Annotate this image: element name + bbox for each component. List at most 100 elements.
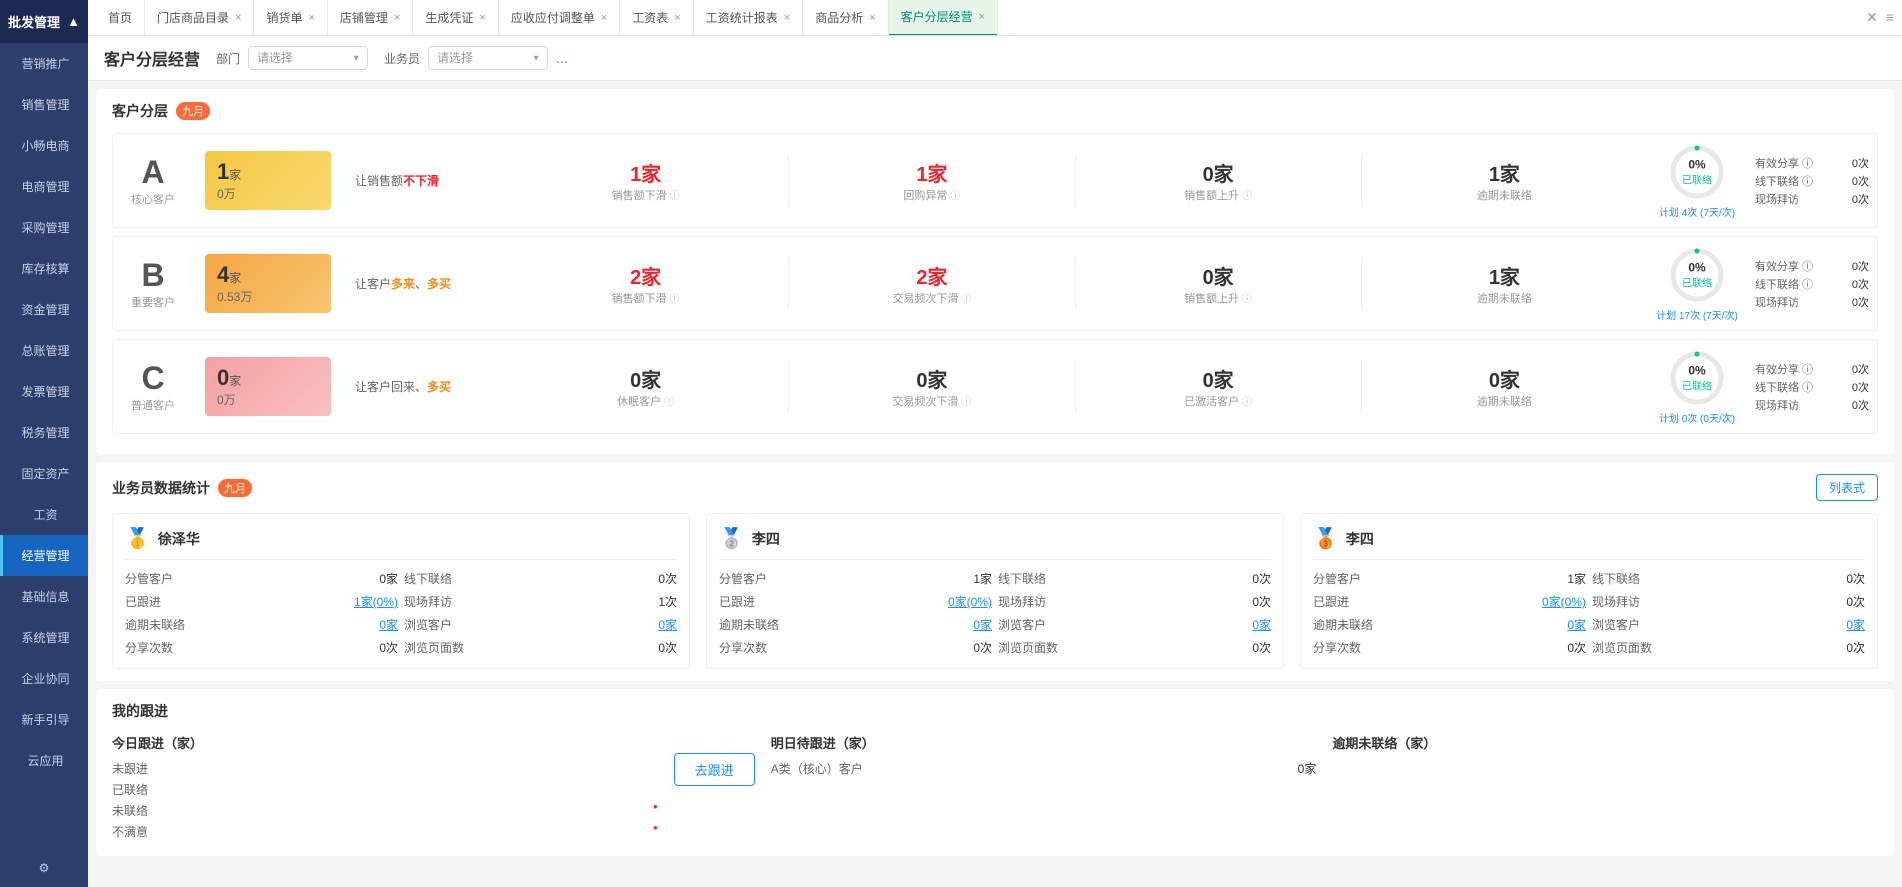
- biz-stat-row-1-2: 已跟进 0家(0%): [719, 593, 992, 610]
- tab-store[interactable]: 店铺管理×: [328, 0, 413, 36]
- dept-select[interactable]: 请选择: [248, 46, 368, 70]
- go-followup-btn[interactable]: 去跟进: [674, 753, 755, 786]
- right-stat-row: 有效分享 ⓘ0次: [1755, 155, 1869, 171]
- biz-stat-val[interactable]: 0家: [379, 616, 398, 633]
- biz-stat-row-1-7: 浏览页面数 0次: [998, 639, 1271, 656]
- today-row-1: 已联络: [112, 781, 658, 798]
- right-stat-row: 现场拜访 0次: [1755, 397, 1869, 413]
- stat-box-B-1[interactable]: 2家 交易频次下滑 ⓘ: [789, 257, 1075, 310]
- tab-close-goods[interactable]: ×: [869, 12, 875, 24]
- biz-stat-key: 现场拜访: [404, 593, 452, 610]
- tab-close-receivable[interactable]: ×: [601, 12, 607, 24]
- stat-box-C-1[interactable]: 0家 交易频次下滑 ⓘ: [789, 360, 1075, 413]
- tab-salary[interactable]: 工资表×: [620, 0, 693, 36]
- biz-stat-row-0-1: 线下联络 0次: [404, 570, 677, 587]
- tab-customer[interactable]: 客户分层经营×: [889, 0, 998, 36]
- overdue-followup-title: 逾期未联络（家）: [1332, 733, 1878, 752]
- tab-close-voucher[interactable]: ×: [479, 12, 485, 24]
- sidebar-item-qiye[interactable]: 企业协同: [0, 658, 88, 699]
- biz-stat-val[interactable]: 0家: [658, 616, 677, 633]
- biz-stat-val: 0次: [1252, 593, 1271, 610]
- biz-stat-val: 0次: [1846, 570, 1865, 587]
- sidebar-item-zhangmu[interactable]: 总账管理: [0, 330, 88, 371]
- more-filters-btn[interactable]: ...: [556, 50, 568, 66]
- stat-box-A-1[interactable]: 1家 回购异常 ⓘ: [789, 154, 1075, 207]
- sidebar-top-label: 批发管理: [8, 12, 60, 31]
- close-all-icon[interactable]: ✕: [1866, 9, 1878, 26]
- biz-stat-val[interactable]: 1家(0%): [354, 593, 398, 610]
- biz-card-header-0: 🥇 徐泽华: [125, 526, 677, 560]
- right-stat-row: 线下联络 ⓘ0次: [1755, 276, 1869, 292]
- sidebar-item-shuiwu[interactable]: 税务管理: [0, 412, 88, 453]
- biz-stat-row-0-4: 逾期未联络 0家: [125, 616, 398, 633]
- sidebar-item-yingxiao[interactable]: 营销推广: [0, 43, 88, 84]
- sidebar-item-yun[interactable]: 云应用: [0, 740, 88, 781]
- stat-box-C-3[interactable]: 0家 逾期未联络: [1362, 360, 1647, 413]
- biz-stat-val[interactable]: 0家: [1567, 616, 1586, 633]
- sidebar-top[interactable]: 批发管理 ▲: [0, 0, 88, 43]
- biz-stat-key: 分享次数: [125, 639, 173, 656]
- settings-button[interactable]: ⚙: [0, 849, 88, 887]
- biz-stat-row-1-1: 线下联络 0次: [998, 570, 1271, 587]
- sidebar-item-jichu[interactable]: 基础信息: [0, 576, 88, 617]
- staff-select-wrapper: 请选择: [428, 46, 548, 70]
- right-stat-row: 有效分享 ⓘ0次: [1755, 258, 1869, 274]
- sidebar-item-fapiao[interactable]: 发票管理: [0, 371, 88, 412]
- sidebar-item-xitong[interactable]: 系统管理: [0, 617, 88, 658]
- sidebar-item-xiaoshou[interactable]: 销售管理: [0, 84, 88, 125]
- stat-box-C-0[interactable]: 0家 休眠客户 ⓘ: [503, 360, 789, 413]
- tab-voucher[interactable]: 生成凭证×: [413, 0, 498, 36]
- biz-stat-val: 0次: [973, 639, 992, 656]
- sidebar-item-caigou[interactable]: 采购管理: [0, 207, 88, 248]
- tab-close-salaryreport[interactable]: ×: [784, 12, 790, 24]
- biz-stat-val[interactable]: 0家: [1252, 616, 1271, 633]
- sidebar-item-kucun[interactable]: 库存核算: [0, 248, 88, 289]
- stat-box-A-3[interactable]: 1家 逾期未联络: [1362, 154, 1647, 207]
- stat-box-B-0[interactable]: 2家 销售额下滑 ⓘ: [503, 257, 789, 310]
- stat-box-B-3[interactable]: 1家 逾期未联络: [1362, 257, 1647, 310]
- tab-bar: 首页门店商品目录×销货单×店铺管理×生成凭证×应收应付调整单×工资表×工资统计报…: [88, 0, 1902, 36]
- tab-sales[interactable]: 销货单×: [254, 0, 327, 36]
- biz-card-0: 🥇 徐泽华分管客户 0家线下联络 0次已跟进 1家(0%)现场拜访 1次逾期未联…: [112, 513, 690, 669]
- sidebar-item-zijin[interactable]: 资金管理: [0, 289, 88, 330]
- biz-stat-val[interactable]: 0家(0%): [948, 593, 992, 610]
- tab-receivable[interactable]: 应收应付调整单×: [499, 0, 620, 36]
- tab-close-sales[interactable]: ×: [308, 12, 314, 24]
- tier-right-stats-C: 有效分享 ⓘ0次线下联络 ⓘ0次现场拜访 0次: [1747, 361, 1877, 413]
- stat-box-B-2[interactable]: 0家 销售额上升 ⓘ: [1076, 257, 1362, 310]
- sidebar-item-gongzi[interactable]: 工资: [0, 494, 88, 535]
- tab-close-salary[interactable]: ×: [674, 12, 680, 24]
- biz-stat-row-2-4: 逾期未联络 0家: [1313, 616, 1586, 633]
- biz-stat-key: 浏览客户: [404, 616, 452, 633]
- tab-close-products[interactable]: ×: [235, 12, 241, 24]
- sidebar-item-gudingzichan[interactable]: 固定资产: [0, 453, 88, 494]
- biz-stat-val[interactable]: 0家: [973, 616, 992, 633]
- tab-home[interactable]: 首页: [96, 0, 145, 36]
- sidebar-item-jingying[interactable]: 经营管理: [0, 535, 88, 576]
- biz-stat-val: 0次: [658, 570, 677, 587]
- today-row-0: 未跟进: [112, 760, 658, 777]
- staff-select[interactable]: 请选择: [428, 46, 548, 70]
- biz-stat-key: 线下联络: [1592, 570, 1640, 587]
- stat-box-A-0[interactable]: 1家 销售额下滑 ⓘ: [503, 154, 789, 207]
- sidebar-item-xiaodian[interactable]: 小畅电商: [0, 125, 88, 166]
- stat-box-A-2[interactable]: 0家 销售额上升 ⓘ: [1076, 154, 1362, 207]
- biz-cards-grid: 🥇 徐泽华分管客户 0家线下联络 0次已跟进 1家(0%)现场拜访 1次逾期未联…: [112, 513, 1878, 669]
- sidebar-item-dianshang[interactable]: 电商管理: [0, 166, 88, 207]
- sidebar-items: 营销推广销售管理小畅电商电商管理采购管理库存核算资金管理总账管理发票管理税务管理…: [0, 43, 88, 781]
- biz-stat-row-0-7: 浏览页面数 0次: [404, 639, 677, 656]
- biz-stat-val: 0次: [1252, 570, 1271, 587]
- sidebar-item-xinshou[interactable]: 新手引导: [0, 699, 88, 740]
- more-tabs-icon[interactable]: ≡: [1886, 9, 1894, 26]
- biz-card-2: 🥉 李四分管客户 1家线下联络 0次已跟进 0家(0%)现场拜访 0次逾期未联络…: [1300, 513, 1878, 669]
- tab-products[interactable]: 门店商品目录×: [145, 0, 254, 36]
- tab-close-customer[interactable]: ×: [979, 11, 985, 23]
- tab-close-store[interactable]: ×: [394, 12, 400, 24]
- tab-salaryreport[interactable]: 工资统计报表×: [694, 0, 803, 36]
- tab-goods[interactable]: 商品分析×: [803, 0, 888, 36]
- stat-box-C-2[interactable]: 0家 已激活客户 ⓘ: [1076, 360, 1362, 413]
- biz-stat-val[interactable]: 0家(0%): [1542, 593, 1586, 610]
- biz-stat-row-1-0: 分管客户 1家: [719, 570, 992, 587]
- list-view-btn[interactable]: 列表式: [1816, 474, 1878, 501]
- biz-stat-val[interactable]: 0家: [1846, 616, 1865, 633]
